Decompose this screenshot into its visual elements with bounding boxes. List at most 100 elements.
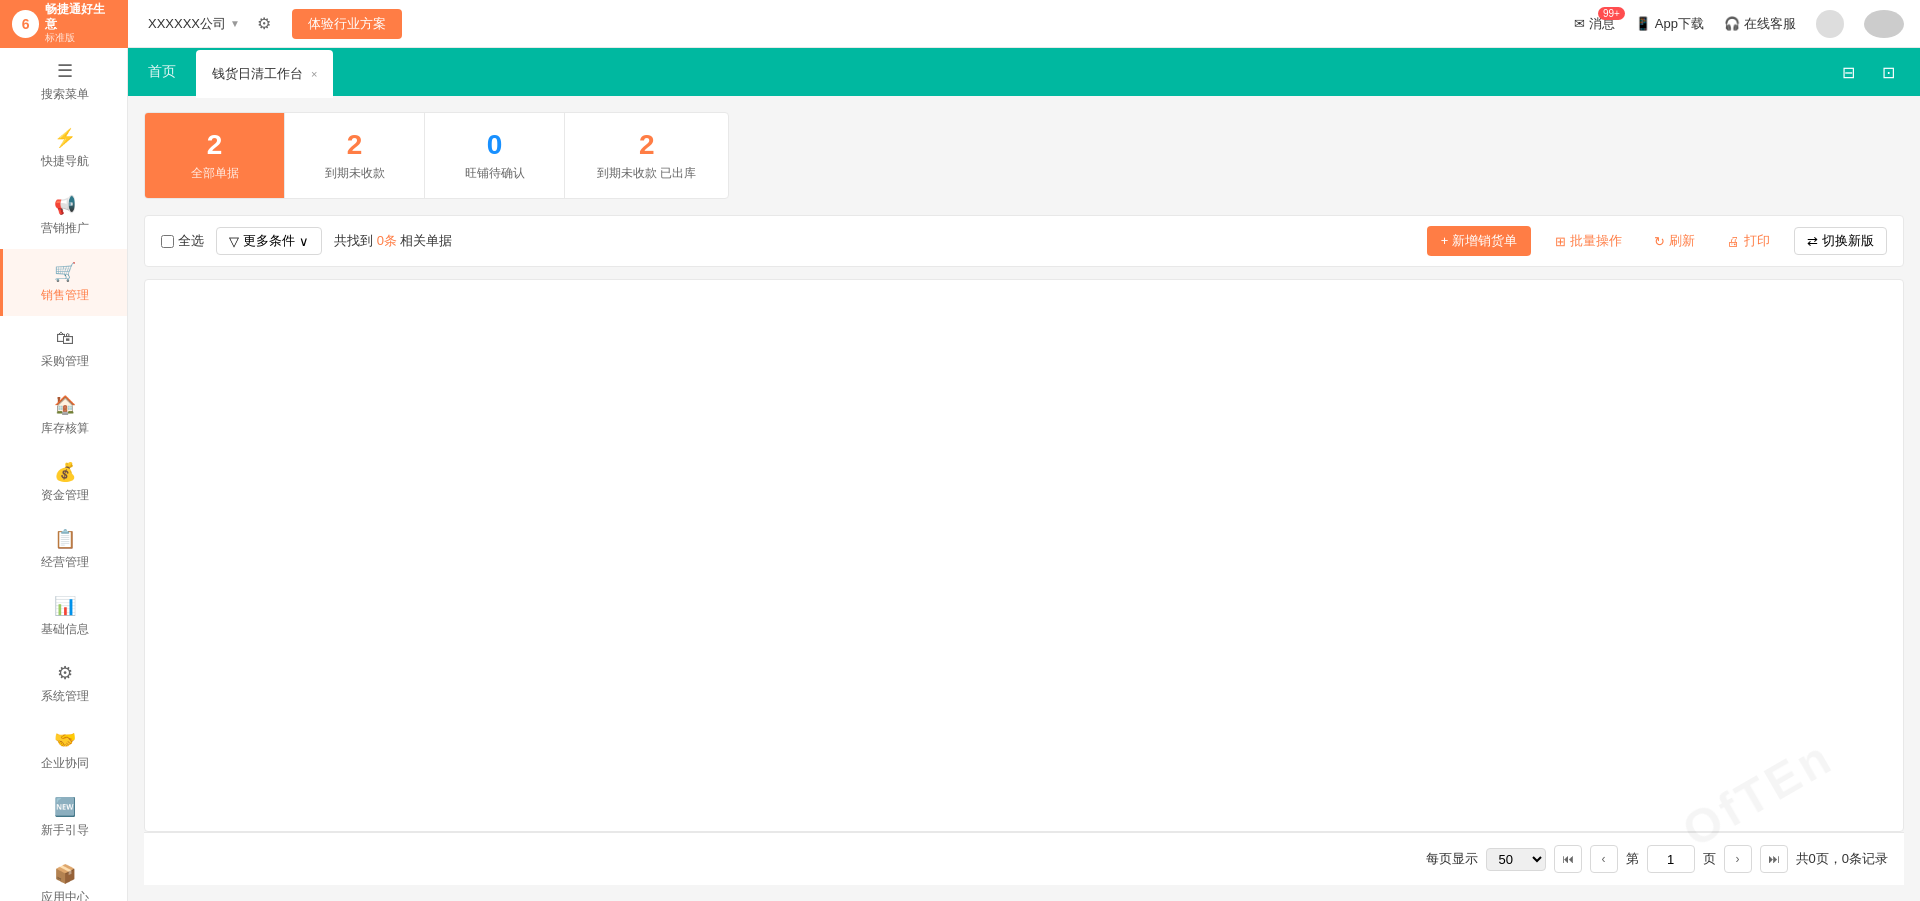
tab-home[interactable]: 首页 <box>128 48 196 96</box>
sidebar-item-label: 系统管理 <box>41 688 89 705</box>
logo-text: 畅捷通好生意 标准版 <box>45 2 116 45</box>
stats-row: 2 全部单据 2 到期未收款 0 旺铺待确认 2 到期未收款 已出库 <box>144 112 729 199</box>
sidebar-item-label: 搜索菜单 <box>41 86 89 103</box>
select-all-checkbox[interactable]: 全选 <box>161 232 204 250</box>
total-records: 共0页，0条记录 <box>1796 850 1888 868</box>
tab-minimize-icon[interactable]: ⊟ <box>1832 56 1864 88</box>
sidebar-item-basic-info[interactable]: 📊 基础信息 <box>0 583 127 650</box>
tab-actions: ⊟ ⊡ <box>1832 56 1920 88</box>
page-label: 第 <box>1626 850 1639 868</box>
stat-number-all: 2 <box>177 129 252 161</box>
company-name: XXXXXX公司 <box>148 15 226 33</box>
inventory-icon: 🏠 <box>54 394 76 416</box>
next-page-button[interactable]: › <box>1724 845 1752 873</box>
per-page-select[interactable]: 50 100 200 <box>1486 848 1546 871</box>
sidebar-item-operations[interactable]: 📋 经营管理 <box>0 516 127 583</box>
pagination-bar: 每页显示 50 100 200 ⏮ ‹ 第 页 › ⏭ 共0页，0条记录 <box>144 832 1904 885</box>
select-all-input[interactable] <box>161 235 174 248</box>
sidebar-item-label: 企业协同 <box>41 755 89 772</box>
switch-icon: ⇄ <box>1807 234 1818 249</box>
stat-label-overdue: 到期未收款 <box>317 165 392 182</box>
company-selector[interactable]: XXXXXX公司 ▼ <box>148 15 240 33</box>
main-layout: ☰ 搜索菜单 ⚡ 快捷导航 📢 营销推广 🛒 销售管理 🛍 采购管理 🏠 库存核… <box>0 48 1920 901</box>
app-center-icon: 📦 <box>54 863 76 885</box>
prev-page-button[interactable]: ‹ <box>1590 845 1618 873</box>
last-page-button[interactable]: ⏭ <box>1760 845 1788 873</box>
stat-card-all[interactable]: 2 全部单据 <box>145 113 285 198</box>
message-icon: ✉ <box>1574 16 1585 31</box>
found-text: 共找到 0条 相关单据 <box>334 232 452 250</box>
sidebar: ☰ 搜索菜单 ⚡ 快捷导航 📢 营销推广 🛒 销售管理 🛍 采购管理 🏠 库存核… <box>0 48 128 901</box>
sidebar-item-marketing[interactable]: 📢 营销推广 <box>0 182 127 249</box>
sidebar-item-guide[interactable]: 🆕 新手引导 <box>0 784 127 851</box>
sales-icon: 🛒 <box>54 261 76 283</box>
per-page-label: 每页显示 <box>1426 850 1478 868</box>
stat-card-overdue[interactable]: 2 到期未收款 <box>285 113 425 198</box>
batch-icon: ⊞ <box>1555 234 1566 249</box>
select-all-label: 全选 <box>178 232 204 250</box>
page-content: 2 全部单据 2 到期未收款 0 旺铺待确认 2 到期未收款 已出库 <box>128 96 1920 901</box>
sidebar-item-label: 经营管理 <box>41 554 89 571</box>
page-suffix: 页 <box>1703 850 1716 868</box>
logo-icon: 6 <box>12 10 39 38</box>
sidebar-item-label: 基础信息 <box>41 621 89 638</box>
stat-card-pending[interactable]: 0 旺铺待确认 <box>425 113 565 198</box>
app-download-label: App下载 <box>1655 15 1704 33</box>
logo-area: 6 畅捷通好生意 标准版 <box>0 0 128 48</box>
tab-maximize-icon[interactable]: ⊡ <box>1872 56 1904 88</box>
toolbar-right: + 新增销货单 ⊞ 批量操作 ↻ 刷新 🖨 打印 ⇄ <box>1427 226 1887 256</box>
sidebar-item-quick-nav[interactable]: ⚡ 快捷导航 <box>0 115 127 182</box>
sidebar-item-system[interactable]: ⚙ 系统管理 <box>0 650 127 717</box>
sidebar-item-label: 应用中心 <box>41 889 89 901</box>
sidebar-item-label: 采购管理 <box>41 353 89 370</box>
app-download-item[interactable]: 📱 App下载 <box>1635 15 1704 33</box>
finance-icon: 💰 <box>54 461 76 483</box>
online-service-icon: 🎧 <box>1724 16 1740 31</box>
sidebar-item-search-menu[interactable]: ☰ 搜索菜单 <box>0 48 127 115</box>
table-area <box>144 279 1904 832</box>
toolbar: 全选 ▽ 更多条件 ∨ 共找到 0条 相关单据 + 新增销货单 <box>144 215 1904 267</box>
batch-operation-button[interactable]: ⊞ 批量操作 <box>1547 228 1630 254</box>
tab-close-icon[interactable]: × <box>311 68 317 80</box>
stat-number-pending: 0 <box>457 129 532 161</box>
sidebar-item-purchase[interactable]: 🛍 采购管理 <box>0 316 127 382</box>
filter-button[interactable]: ▽ 更多条件 ∨ <box>216 227 322 255</box>
sidebar-item-finance[interactable]: 💰 资金管理 <box>0 449 127 516</box>
stat-card-shipped[interactable]: 2 到期未收款 已出库 <box>565 113 728 198</box>
app-download-icon: 📱 <box>1635 16 1651 31</box>
stat-label-all: 全部单据 <box>177 165 252 182</box>
sidebar-item-app-center[interactable]: 📦 应用中心 <box>0 851 127 901</box>
tab-label: 钱货日清工作台 <box>212 65 303 83</box>
sidebar-item-sales[interactable]: 🛒 销售管理 <box>0 249 127 316</box>
content-area: 首页 钱货日清工作台 × ⊟ ⊡ 2 全部单据 2 到期未收款 <box>128 48 1920 901</box>
page-input[interactable] <box>1647 845 1695 873</box>
online-service-item[interactable]: 🎧 在线客服 <box>1724 15 1796 33</box>
guide-icon: 🆕 <box>54 796 76 818</box>
new-sale-button[interactable]: + 新增销货单 <box>1427 226 1531 256</box>
message-icon-item[interactable]: ✉ 消息 99+ <box>1574 15 1615 33</box>
refresh-button[interactable]: ↻ 刷新 <box>1646 228 1703 254</box>
purchase-icon: 🛍 <box>56 328 74 349</box>
refresh-icon: ↻ <box>1654 234 1665 249</box>
trial-button[interactable]: 体验行业方案 <box>292 9 402 39</box>
stat-label-pending: 旺铺待确认 <box>457 165 532 182</box>
settings-icon[interactable]: ⚙ <box>248 8 280 40</box>
switch-version-button[interactable]: ⇄ 切换新版 <box>1794 227 1887 255</box>
found-count: 0条 <box>377 233 397 248</box>
sidebar-item-enterprise[interactable]: 🤝 企业协同 <box>0 717 127 784</box>
sidebar-item-label: 快捷导航 <box>41 153 89 170</box>
tab-active[interactable]: 钱货日清工作台 × <box>196 50 333 98</box>
sidebar-item-inventory[interactable]: 🏠 库存核算 <box>0 382 127 449</box>
avatar[interactable] <box>1816 10 1844 38</box>
chevron-down-icon: ▼ <box>230 18 240 29</box>
quick-nav-icon: ⚡ <box>54 127 76 149</box>
sidebar-item-label: 新手引导 <box>41 822 89 839</box>
stat-number-shipped: 2 <box>597 129 696 161</box>
sidebar-item-label: 营销推广 <box>41 220 89 237</box>
stat-number-overdue: 2 <box>317 129 392 161</box>
stat-label-shipped: 到期未收款 已出库 <box>597 165 696 182</box>
print-button[interactable]: 🖨 打印 <box>1719 228 1778 254</box>
search-menu-icon: ☰ <box>57 60 73 82</box>
first-page-button[interactable]: ⏮ <box>1554 845 1582 873</box>
username-area <box>1864 10 1904 38</box>
